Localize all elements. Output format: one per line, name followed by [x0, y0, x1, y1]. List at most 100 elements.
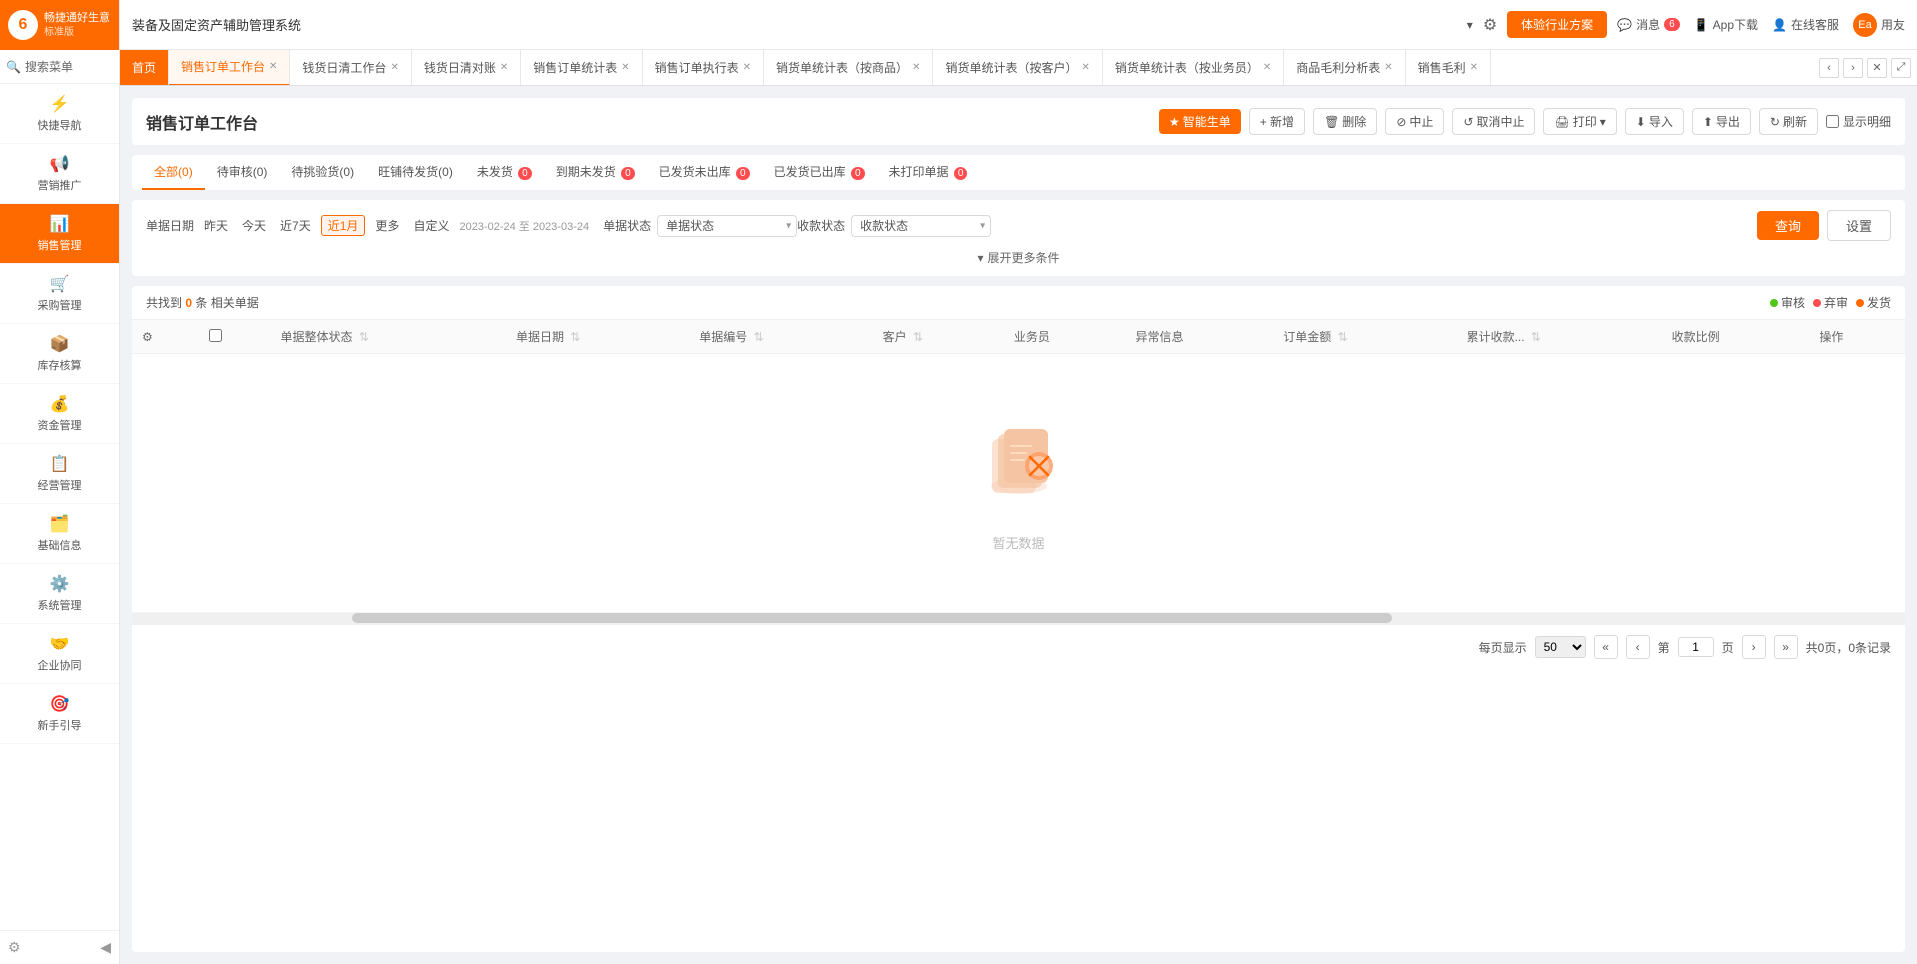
col-settings[interactable]: ⚙ — [132, 320, 199, 354]
sub-tab-expired-not-shipped[interactable]: 到期未发货 0 — [544, 155, 647, 190]
prev-page-btn[interactable]: ‹ — [1626, 635, 1650, 659]
sidebar-item-system[interactable]: ⚙️ 系统管理 — [0, 564, 119, 624]
user-item[interactable]: Ea 用友 — [1853, 13, 1905, 37]
sidebar-item-sales[interactable]: 📊 销售管理 — [0, 204, 119, 264]
sidebar-item-enterprise[interactable]: 🤝 企业协同 — [0, 624, 119, 684]
sidebar-item-quick-nav[interactable]: ⚡ 快捷导航 — [0, 84, 119, 144]
print-btn[interactable]: 🖨 打印 ▾ — [1543, 108, 1616, 135]
tab-cash-reconcile[interactable]: 钱货日清对账 ✕ — [412, 50, 521, 86]
tabs-close-all-btn[interactable]: ✕ — [1867, 58, 1887, 78]
tab-close-icon[interactable]: ✕ — [269, 61, 277, 72]
tab-close-icon[interactable]: ✕ — [1470, 62, 1478, 73]
ship-action[interactable]: 发货 — [1856, 294, 1891, 311]
first-page-btn[interactable]: « — [1594, 635, 1618, 659]
tab-close-icon[interactable]: ✕ — [500, 62, 508, 73]
import-btn[interactable]: ⬇ 导入 — [1625, 108, 1684, 135]
sidebar-item-purchase[interactable]: 🛒 采购管理 — [0, 264, 119, 324]
tab-home[interactable]: 首页 — [120, 50, 169, 86]
next-page-btn[interactable]: › — [1742, 635, 1766, 659]
tab-sales-order-workbench[interactable]: 销售订单工作台 ✕ — [169, 50, 290, 86]
sidebar-settings-btn[interactable]: ⚙ — [8, 939, 21, 956]
page-size-select[interactable]: 50 100 200 — [1535, 636, 1586, 658]
sidebar-item-finance[interactable]: 💰 资金管理 — [0, 384, 119, 444]
sub-tab-all[interactable]: 全部(0) — [142, 155, 205, 190]
guide-icon: 🎯 — [50, 694, 70, 714]
tabs-prev-btn[interactable]: ‹ — [1819, 58, 1839, 78]
sub-tab-pending-inspect[interactable]: 待挑验货(0) — [279, 155, 366, 190]
sidebar-item-basic-info[interactable]: 🗂️ 基础信息 — [0, 504, 119, 564]
sort-status[interactable]: ⇅ — [359, 330, 369, 344]
sidebar-item-inventory[interactable]: 📦 库存核算 — [0, 324, 119, 384]
show-detail-checkbox[interactable] — [1826, 115, 1839, 128]
sub-tab-not-shipped[interactable]: 未发货 0 — [465, 155, 544, 190]
query-btn[interactable]: 查询 — [1757, 211, 1819, 240]
col-checkbox[interactable] — [199, 320, 271, 354]
add-btn[interactable]: + 新增 — [1249, 108, 1305, 135]
tab-close-icon[interactable]: ✕ — [390, 62, 398, 73]
delete-btn[interactable]: 🗑 删除 — [1313, 108, 1377, 135]
tab-sales-stat-customer[interactable]: 销货单统计表（按客户） ✕ — [933, 50, 1102, 86]
sort-date[interactable]: ⇅ — [570, 330, 580, 344]
sort-number[interactable]: ⇅ — [754, 330, 764, 344]
tab-sales-stat-product[interactable]: 销货单统计表（按商品） ✕ — [764, 50, 933, 86]
industry-btn[interactable]: 体验行业方案 — [1507, 11, 1607, 38]
tab-close-icon[interactable]: ✕ — [743, 62, 751, 73]
last-page-btn[interactable]: » — [1774, 635, 1798, 659]
message-item[interactable]: 💬 消息 6 — [1617, 16, 1680, 33]
tab-label: 销货单统计表（按商品） — [776, 59, 908, 76]
sort-amount[interactable]: ⇅ — [1338, 330, 1348, 344]
tabs-next-btn[interactable]: › — [1843, 58, 1863, 78]
sidebar-search-item[interactable]: 🔍 搜索菜单 — [0, 50, 119, 84]
review-action[interactable]: 审核 — [1770, 294, 1805, 311]
sub-tab-not-printed[interactable]: 未打印单据 0 — [877, 155, 980, 190]
date-opt-7days[interactable]: 近7天 — [276, 215, 315, 236]
tab-sales-stat[interactable]: 销售订单统计表 ✕ — [521, 50, 642, 86]
sidebar-item-guide[interactable]: 🎯 新手引导 — [0, 684, 119, 744]
date-opt-more[interactable]: 更多 — [371, 215, 403, 236]
status-select[interactable]: 单据状态 — [657, 215, 797, 237]
tab-sales-more[interactable]: 销售毛利 ✕ — [1406, 50, 1491, 86]
cancel-stop-btn[interactable]: ↺ 取消中止 — [1452, 108, 1535, 135]
header-settings-icon[interactable]: ⚙ — [1483, 15, 1497, 35]
scroll-thumb[interactable] — [352, 613, 1392, 623]
system-title-dropdown[interactable]: ▾ — [1467, 18, 1473, 32]
tab-close-icon[interactable]: ✕ — [1081, 62, 1089, 73]
payment-select[interactable]: 收款状态 — [851, 215, 991, 237]
tab-close-icon[interactable]: ✕ — [621, 62, 629, 73]
filter-expand-btn[interactable]: ▾ 展开更多条件 — [146, 249, 1891, 266]
sub-tab-shipped-not-out[interactable]: 已发货未出库 0 — [647, 155, 762, 190]
sub-tab-wangpu-pending[interactable]: 旺铺待发货(0) — [366, 155, 465, 190]
tab-close-icon[interactable]: ✕ — [1263, 62, 1271, 73]
sidebar-item-operations[interactable]: 📋 经营管理 — [0, 444, 119, 504]
sort-received[interactable]: ⇅ — [1531, 330, 1541, 344]
stop-btn[interactable]: ⊘ 中止 — [1385, 108, 1444, 135]
sidebar-item-marketing[interactable]: 📢 营销推广 — [0, 144, 119, 204]
tab-sales-stat-staff[interactable]: 销货单统计表（按业务员） ✕ — [1103, 50, 1284, 86]
tab-close-icon[interactable]: ✕ — [1384, 62, 1392, 73]
sub-tab-shipped-out[interactable]: 已发货已出库 0 — [762, 155, 877, 190]
sub-tab-pending-review[interactable]: 待审核(0) — [205, 155, 280, 190]
sidebar-item-label: 新手引导 — [38, 717, 82, 733]
page-input[interactable] — [1678, 637, 1714, 657]
sidebar-item-label: 基础信息 — [38, 537, 82, 553]
date-opt-custom[interactable]: 自定义 — [409, 215, 453, 236]
date-opt-1month[interactable]: 近1月 — [321, 215, 366, 236]
cancel-review-action[interactable]: 弃审 — [1813, 294, 1848, 311]
tab-close-icon[interactable]: ✕ — [912, 62, 920, 73]
smart-create-btn[interactable]: ★ 智能生单 — [1159, 109, 1241, 134]
tab-sales-exec[interactable]: 销售订单执行表 ✕ — [643, 50, 764, 86]
select-all-checkbox[interactable] — [209, 329, 222, 342]
app-download-item[interactable]: 📱 App下载 — [1694, 16, 1758, 33]
sidebar-collapse-btn[interactable]: ◀ — [100, 939, 111, 956]
tab-product-margin[interactable]: 商品毛利分析表 ✕ — [1284, 50, 1405, 86]
export-btn[interactable]: ⬆ 导出 — [1692, 108, 1751, 135]
sort-customer[interactable]: ⇅ — [913, 330, 923, 344]
date-opt-today[interactable]: 今天 — [238, 215, 270, 236]
tabs-maximize-btn[interactable]: ⤢ — [1891, 58, 1911, 78]
online-service-item[interactable]: 👤 在线客服 — [1772, 16, 1839, 33]
date-opt-yesterday[interactable]: 昨天 — [200, 215, 232, 236]
refresh-btn[interactable]: ↻ 刷新 — [1759, 108, 1818, 135]
tab-cash-daily[interactable]: 钱货日清工作台 ✕ — [290, 50, 411, 86]
show-detail-label[interactable]: 显示明细 — [1826, 113, 1891, 130]
filter-settings-btn[interactable]: 设置 — [1827, 210, 1891, 241]
